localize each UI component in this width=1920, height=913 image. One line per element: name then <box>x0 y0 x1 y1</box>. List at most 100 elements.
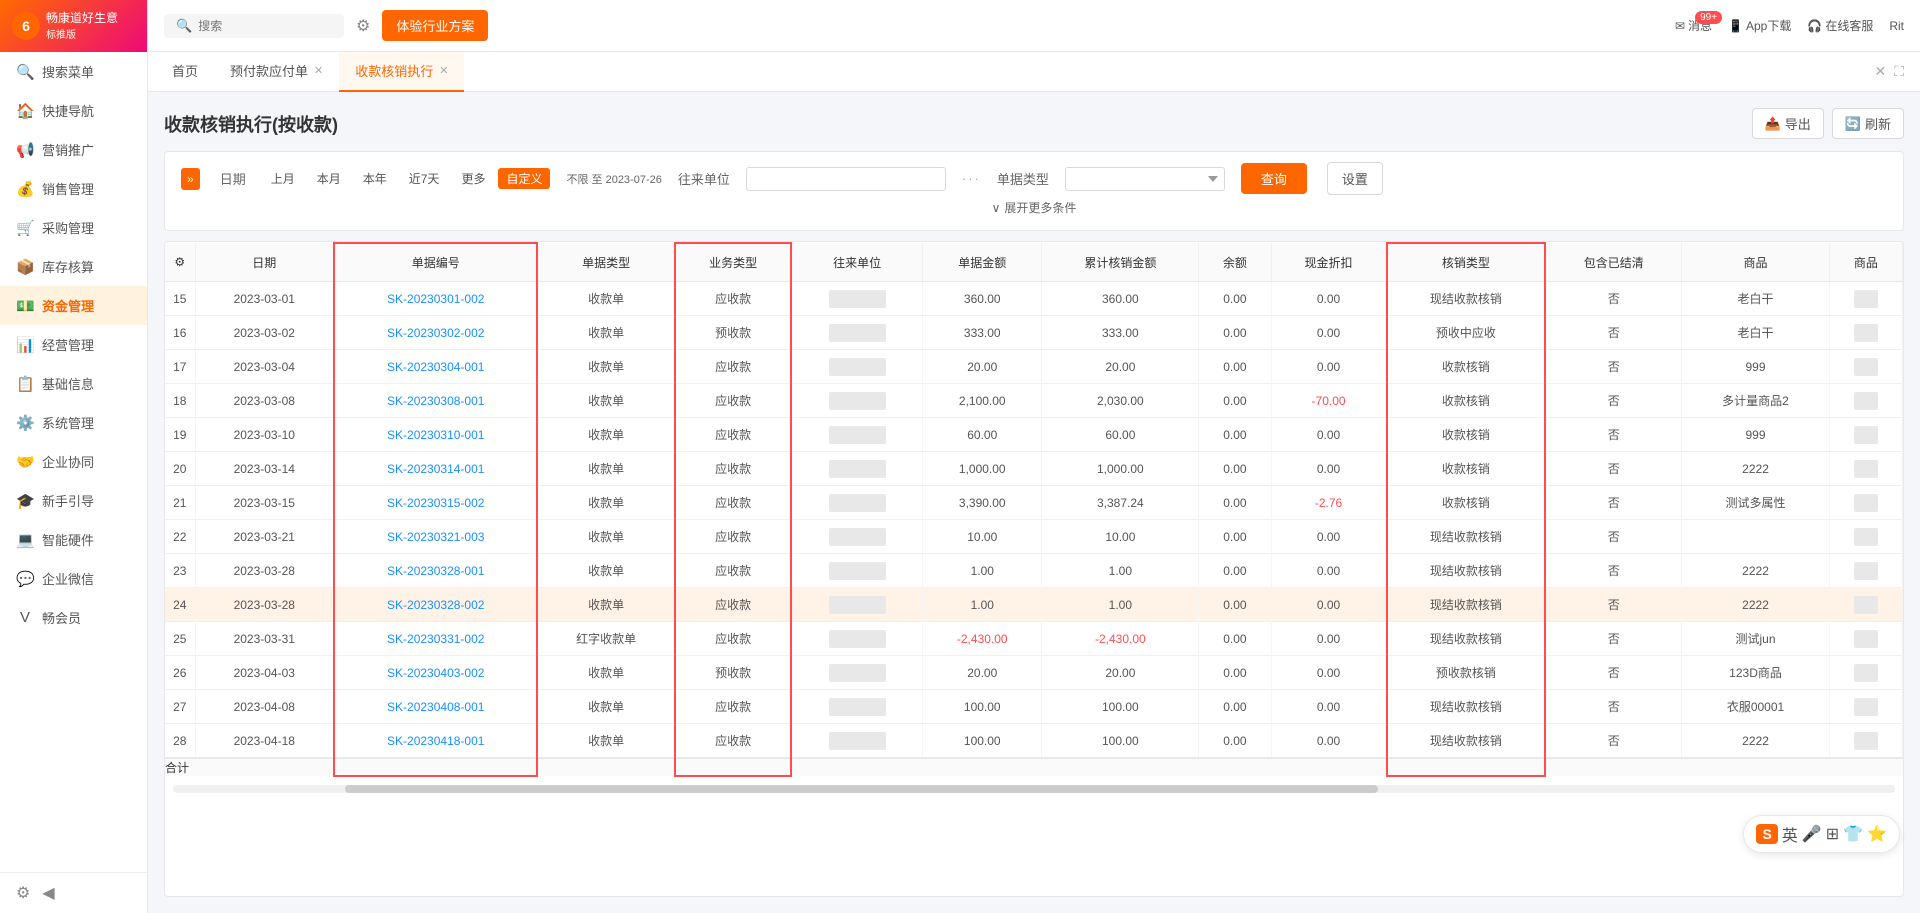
voucher-no-link[interactable]: SK-20230328-001 <box>387 564 484 578</box>
table-row[interactable]: 17 2023-03-04 SK-20230304-001 收款单 应收款 ██… <box>165 350 1903 384</box>
col-goods[interactable]: 商品 <box>1682 243 1829 282</box>
corp-icon: 🤝 <box>16 453 34 471</box>
voucher-no-link[interactable]: SK-20230314-001 <box>387 462 484 476</box>
sidebar: 6 畅康道好生意 标推版 🔍 搜索菜单 🏠 快捷导航 📢 营销推广 💰 销售管理… <box>0 0 148 913</box>
tshirt-icon[interactable]: 👕 <box>1843 824 1863 844</box>
counterpart-label: 往来单位 <box>678 169 730 188</box>
voucher-no-link[interactable]: SK-20230308-001 <box>387 394 484 408</box>
col-voucher-type[interactable]: 单据类型 <box>537 243 674 282</box>
table-row[interactable]: 26 2023-04-03 SK-20230403-002 收款单 预收款 ██… <box>165 656 1903 690</box>
message-button[interactable]: ✉ 消息 99+ <box>1675 17 1712 34</box>
table-row[interactable]: 23 2023-03-28 SK-20230328-001 收款单 应收款 ██… <box>165 554 1903 588</box>
date-btn-this-year[interactable]: 本年 <box>354 167 396 190</box>
gear-icon[interactable]: ⚙ <box>356 16 370 36</box>
page-actions: 📤 导出 🔄 刷新 <box>1752 108 1904 139</box>
col-date[interactable]: 日期 <box>195 243 334 282</box>
voucher-no-link[interactable]: SK-20230403-002 <box>387 666 484 680</box>
close-tab-icon[interactable]: ✕ <box>1874 63 1886 80</box>
voucher-no-link[interactable]: SK-20230328-002 <box>387 598 484 612</box>
table-row[interactable]: 25 2023-03-31 SK-20230331-002 红字收款单 应收款 … <box>165 622 1903 656</box>
sidebar-item-operations[interactable]: 📊 经营管理 <box>0 325 147 364</box>
voucher-no-link[interactable]: SK-20230304-001 <box>387 360 484 374</box>
counterpart-input[interactable] <box>746 167 946 191</box>
voucher-no-link[interactable]: SK-20230321-003 <box>387 530 484 544</box>
col-writeoff-amount[interactable]: 累计核销金额 <box>1042 243 1199 282</box>
customer-service-link[interactable]: 🎧 在线客服 <box>1807 17 1873 34</box>
query-button[interactable]: 查询 <box>1241 163 1307 194</box>
col-writeoff-type[interactable]: 核销类型 <box>1387 243 1546 282</box>
user-menu[interactable]: Rit <box>1889 19 1904 33</box>
col-balance[interactable]: 余额 <box>1199 243 1271 282</box>
table-row[interactable]: 27 2023-04-08 SK-20230408-001 收款单 应收款 ██… <box>165 690 1903 724</box>
maximize-icon[interactable]: ⛶ <box>1894 63 1904 80</box>
tab-close-collection[interactable]: ✕ <box>439 64 448 77</box>
english-icon[interactable]: 英 <box>1782 822 1798 846</box>
sidebar-item-guide[interactable]: 🎓 新手引导 <box>0 481 147 520</box>
table-row[interactable]: 19 2023-03-10 SK-20230310-001 收款单 应收款 ██… <box>165 418 1903 452</box>
solution-button[interactable]: 体验行业方案 <box>382 10 488 41</box>
sidebar-item-wechat[interactable]: 💬 企业微信 <box>0 559 147 598</box>
search-input[interactable] <box>198 19 318 33</box>
date-btn-this-month[interactable]: 本月 <box>308 167 350 190</box>
sidebar-item-hardware[interactable]: 💻 智能硬件 <box>0 520 147 559</box>
table-row[interactable]: 22 2023-03-21 SK-20230321-003 收款单 应收款 ██… <box>165 520 1903 554</box>
sidebar-item-inventory[interactable]: 📦 库存核算 <box>0 247 147 286</box>
col-goods2[interactable]: 商品 <box>1829 243 1902 282</box>
voucher-no-link[interactable]: SK-20230302-002 <box>387 326 484 340</box>
sidebar-item-quicknav[interactable]: 🏠 快捷导航 <box>0 91 147 130</box>
horizontal-scrollbar[interactable] <box>173 785 1895 793</box>
grid-icon[interactable]: ⊞ <box>1826 824 1839 844</box>
col-include-settled[interactable]: 包含已结清 <box>1545 243 1682 282</box>
sidebar-item-basicinfo[interactable]: 📋 基础信息 <box>0 364 147 403</box>
voucher-no-link[interactable]: SK-20230315-002 <box>387 496 484 510</box>
voucher-no-link[interactable]: SK-20230301-002 <box>387 292 484 306</box>
voucher-type-select[interactable] <box>1065 167 1225 191</box>
sidebar-item-corp[interactable]: 🤝 企业协同 <box>0 442 147 481</box>
col-settings[interactable]: ⚙ <box>165 243 195 282</box>
table-row[interactable]: 24 2023-03-28 SK-20230328-002 收款单 应收款 ██… <box>165 588 1903 622</box>
table-row[interactable]: 18 2023-03-08 SK-20230308-001 收款单 应收款 ██… <box>165 384 1903 418</box>
voucher-no-link[interactable]: SK-20230418-001 <box>387 734 484 748</box>
s-icon[interactable]: S <box>1756 824 1777 844</box>
mic-icon[interactable]: 🎤 <box>1802 824 1822 844</box>
col-voucher-no[interactable]: 单据编号 <box>334 243 537 282</box>
collapse-icon[interactable]: ◀ <box>42 883 54 903</box>
settings-icon[interactable]: ⚙ <box>16 883 30 903</box>
date-btn-more[interactable]: 更多 <box>452 167 494 190</box>
col-biz-type[interactable]: 业务类型 <box>675 243 791 282</box>
table-row[interactable]: 21 2023-03-15 SK-20230315-002 收款单 应收款 ██… <box>165 486 1903 520</box>
refresh-button[interactable]: 🔄 刷新 <box>1832 108 1904 139</box>
sidebar-item-sales[interactable]: 💰 销售管理 <box>0 169 147 208</box>
sidebar-item-finance[interactable]: 💵 资金管理 <box>0 286 147 325</box>
sidebar-item-search[interactable]: 🔍 搜索菜单 <box>0 52 147 91</box>
sidebar-item-purchase[interactable]: 🛒 采购管理 <box>0 208 147 247</box>
sidebar-item-marketing[interactable]: 📢 营销推广 <box>0 130 147 169</box>
voucher-no-link[interactable]: SK-20230331-002 <box>387 632 484 646</box>
tab-advance-payment[interactable]: 预付款应付单 ✕ <box>214 52 339 92</box>
tab-home[interactable]: 首页 <box>156 52 214 92</box>
table-row[interactable]: 15 2023-03-01 SK-20230301-002 收款单 应收款 ██… <box>165 282 1903 316</box>
sidebar-item-member[interactable]: V 畅会员 <box>0 598 147 637</box>
sidebar-item-system[interactable]: ⚙️ 系统管理 <box>0 403 147 442</box>
table-row[interactable]: 20 2023-03-14 SK-20230314-001 收款单 应收款 ██… <box>165 452 1903 486</box>
filter-expand-row[interactable]: ∨ 展开更多条件 <box>181 195 1887 220</box>
tab-close-advance[interactable]: ✕ <box>314 64 323 77</box>
col-amount[interactable]: 单据金额 <box>923 243 1042 282</box>
col-counterpart[interactable]: 往来单位 <box>791 243 922 282</box>
filter-dots: ··· <box>962 171 981 186</box>
export-button[interactable]: 📤 导出 <box>1752 108 1824 139</box>
tab-collection-exec[interactable]: 收款核销执行 ✕ <box>339 52 464 92</box>
filter-expand-side[interactable]: » <box>181 168 200 190</box>
app-download-link[interactable]: 📱 App下载 <box>1728 17 1791 34</box>
date-btn-7days[interactable]: 近7天 <box>400 167 449 190</box>
table-row[interactable]: 16 2023-03-02 SK-20230302-002 收款单 预收款 ██… <box>165 316 1903 350</box>
voucher-no-link[interactable]: SK-20230310-001 <box>387 428 484 442</box>
date-btn-last-month[interactable]: 上月 <box>262 167 304 190</box>
topbar-search-box[interactable]: 🔍 <box>164 14 344 38</box>
table-row[interactable]: 28 2023-04-18 SK-20230418-001 收款单 应收款 ██… <box>165 724 1903 759</box>
voucher-no-link[interactable]: SK-20230408-001 <box>387 700 484 714</box>
filter-settings-button[interactable]: 设置 <box>1327 162 1383 195</box>
star-icon[interactable]: ⭐ <box>1867 824 1887 844</box>
date-custom-btn[interactable]: 自定义 <box>498 168 550 189</box>
col-cash-discount[interactable]: 现金折扣 <box>1271 243 1386 282</box>
